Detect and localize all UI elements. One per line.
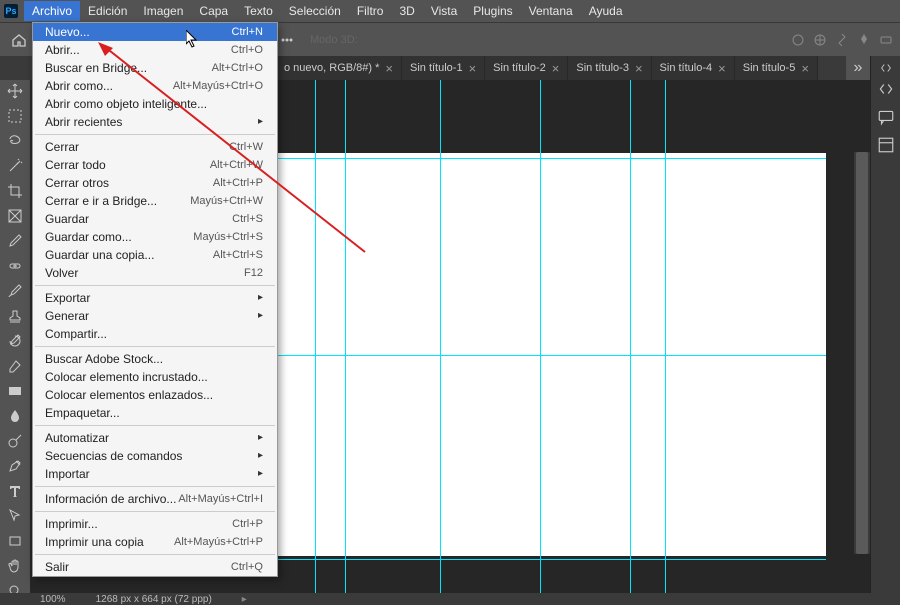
close-tab-icon[interactable]: × [801,61,809,76]
menu-archivo[interactable]: Archivo [24,1,80,21]
file-menu-dropdown: Nuevo...Ctrl+NAbrir...Ctrl+OBuscar en Br… [32,22,278,577]
guide-vertical[interactable] [630,80,631,593]
comment-panel-icon[interactable] [877,108,895,126]
document-tab[interactable]: Sin título-2× [485,56,568,80]
guide-vertical[interactable] [440,80,441,593]
stamp-tool-icon[interactable] [3,305,27,327]
close-tab-icon[interactable]: × [385,61,393,76]
menu-item-cerrar[interactable]: CerrarCtrl+W [33,138,277,156]
menu-item-salir[interactable]: SalirCtrl+Q [33,558,277,576]
mode-3d-label: Modo 3D: [310,34,358,46]
expand-panel-icon[interactable] [877,80,895,98]
menu-item-cerrar-otros[interactable]: Cerrar otrosAlt+Ctrl+P [33,174,277,192]
menu-vista[interactable]: Vista [423,1,465,21]
menu-item-empaquetar-[interactable]: Empaquetar... [33,404,277,422]
crop-tool-icon[interactable] [3,180,27,202]
path-select-icon[interactable] [3,505,27,527]
menu-item-guardar-como-[interactable]: Guardar como...Mayús+Ctrl+S [33,228,277,246]
move-tool-icon[interactable] [3,80,27,102]
dodge-tool-icon[interactable] [3,430,27,452]
properties-panel-icon[interactable] [877,136,895,154]
tabs-overflow-icon[interactable]: » [846,56,870,80]
wand-tool-icon[interactable] [3,155,27,177]
blur-tool-icon[interactable] [3,405,27,427]
document-tab[interactable]: Sin título-1× [402,56,485,80]
healing-tool-icon[interactable] [3,255,27,277]
lasso-tool-icon[interactable] [3,130,27,152]
eraser-tool-icon[interactable] [3,355,27,377]
menu-item-buscar-adobe-stock-[interactable]: Buscar Adobe Stock... [33,350,277,368]
photoshop-icon: Ps [4,4,18,18]
menu-item-cerrar-e-ir-a-bridge-[interactable]: Cerrar e ir a Bridge...Mayús+Ctrl+W [33,192,277,210]
hand-tool-icon[interactable] [3,555,27,577]
close-tab-icon[interactable]: × [635,61,643,76]
menu-imagen[interactable]: Imagen [135,1,191,21]
document-tab[interactable]: Sin título-5× [735,56,818,80]
menu-item-colocar-elemento-incrustado-[interactable]: Colocar elemento incrustado... [33,368,277,386]
home-icon[interactable] [6,28,32,52]
pen-tool-icon[interactable] [3,455,27,477]
menu-item-importar[interactable]: Importar [33,465,277,483]
menu-item-buscar-en-bridge-[interactable]: Buscar en Bridge...Alt+Ctrl+O [33,59,277,77]
menu-texto[interactable]: Texto [236,1,281,21]
menu-item-automatizar[interactable]: Automatizar [33,429,277,447]
zoom-level[interactable]: 100% [40,594,66,605]
menu-item-imprimir-una-copia[interactable]: Imprimir una copiaAlt+Mayús+Ctrl+P [33,533,277,551]
menu-item-cerrar-todo[interactable]: Cerrar todoAlt+Ctrl+W [33,156,277,174]
menu-item-abrir-recientes[interactable]: Abrir recientes [33,113,277,131]
menu-item-generar[interactable]: Generar [33,307,277,325]
menu-filtro[interactable]: Filtro [349,1,392,21]
document-tab[interactable]: Sin título-3× [568,56,651,80]
menu-bar: Ps ArchivoEdiciónImagenCapaTextoSelecció… [0,0,900,22]
menu-item-abrir-como-objeto-inteligente-[interactable]: Abrir como objeto inteligente... [33,95,277,113]
marquee-tool-icon[interactable] [3,105,27,127]
history-brush-icon[interactable] [3,330,27,352]
close-tab-icon[interactable]: × [718,61,726,76]
menu-item-imprimir-[interactable]: Imprimir...Ctrl+P [33,515,277,533]
menu-item-abrir-como-[interactable]: Abrir como...Alt+Mayús+Ctrl+O [33,77,277,95]
menu-item-informaci-n-de-archivo-[interactable]: Información de archivo...Alt+Mayús+Ctrl+… [33,490,277,508]
vertical-scrollbar[interactable] [854,152,870,554]
menu-item-guardar-una-copia-[interactable]: Guardar una copia...Alt+Ctrl+S [33,246,277,264]
share-button[interactable] [870,56,900,80]
menu-3d[interactable]: 3D [391,1,422,21]
close-tab-icon[interactable]: × [552,61,560,76]
menu-ayuda[interactable]: Ayuda [581,1,631,21]
menu-item-abrir-[interactable]: Abrir...Ctrl+O [33,41,277,59]
menu-item-nuevo-[interactable]: Nuevo...Ctrl+N [33,23,277,41]
menu-item-secuencias-de-comandos[interactable]: Secuencias de comandos [33,447,277,465]
document-tab[interactable]: o nuevo, RGB/8#) *× [276,56,402,80]
rectangle-tool-icon[interactable] [3,530,27,552]
status-bar: 100% 1268 px x 664 px (72 ppp) ▸ [0,593,900,605]
menu-item-guardar[interactable]: GuardarCtrl+S [33,210,277,228]
tool-panel [0,56,30,605]
gradient-tool-icon[interactable] [3,380,27,402]
frame-tool-icon[interactable] [3,205,27,227]
guide-vertical[interactable] [540,80,541,593]
guide-vertical[interactable] [665,80,666,593]
eyedropper-tool-icon[interactable] [3,230,27,252]
menu-selección[interactable]: Selección [281,1,349,21]
menu-ventana[interactable]: Ventana [521,1,581,21]
close-tab-icon[interactable]: × [469,61,477,76]
brush-tool-icon[interactable] [3,280,27,302]
guide-vertical[interactable] [345,80,346,593]
type-tool-icon[interactable] [3,480,27,502]
menu-item-volver[interactable]: VolverF12 [33,264,277,282]
mode-3d-icons [790,32,894,48]
menu-item-colocar-elementos-enlazados-[interactable]: Colocar elementos enlazados... [33,386,277,404]
document-dimensions: 1268 px x 664 px (72 ppp) [96,594,212,605]
menu-capa[interactable]: Capa [191,1,236,21]
menu-item-compartir-[interactable]: Compartir... [33,325,277,343]
menu-edición[interactable]: Edición [80,1,135,21]
document-tab[interactable]: Sin título-4× [652,56,735,80]
menu-plugins[interactable]: Plugins [465,1,520,21]
panel-dock [870,56,900,605]
mouse-cursor [186,30,202,50]
guide-vertical[interactable] [315,80,316,593]
menu-item-exportar[interactable]: Exportar [33,289,277,307]
